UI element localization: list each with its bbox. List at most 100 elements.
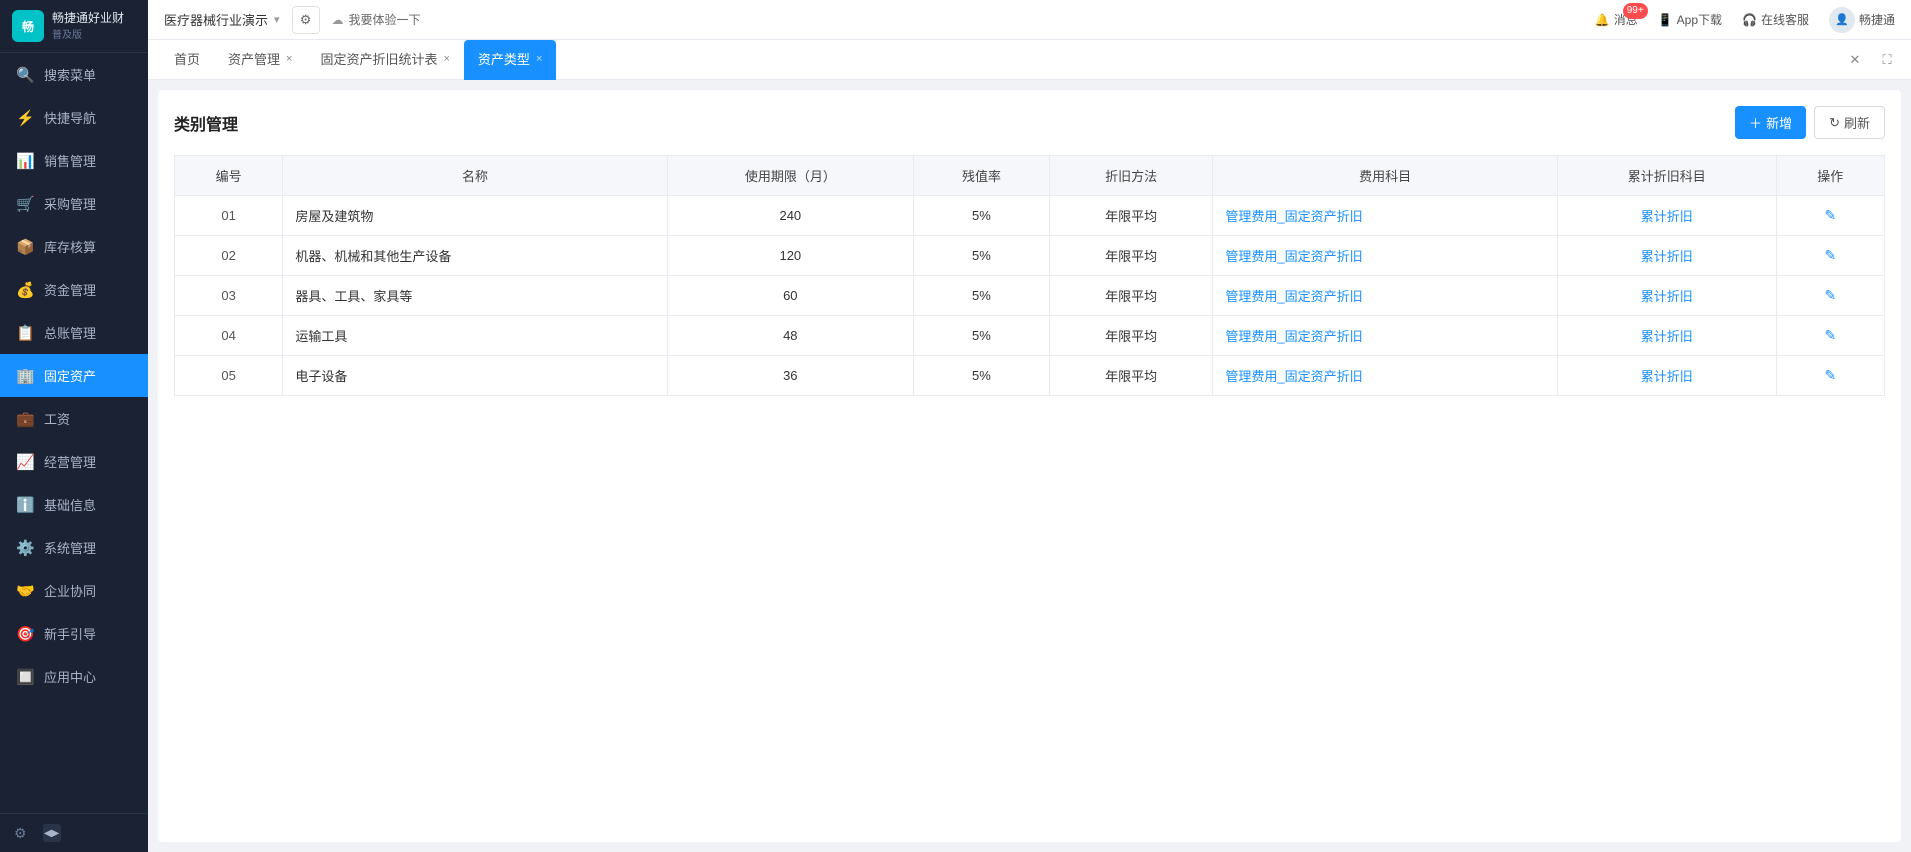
cell-code: 04 [175, 316, 283, 356]
user-profile-button[interactable]: 👤 畅捷通 [1829, 7, 1895, 33]
edit-icon[interactable]: ✎ [1824, 207, 1836, 223]
sidebar-item-系统管理[interactable]: ⚙️ 系统管理 [0, 526, 148, 569]
sidebar-item-label: 系统管理 [44, 538, 96, 557]
settings-icon[interactable]: ⚙ [14, 825, 27, 842]
subject-link[interactable]: 管理费用_固定资产折旧 [1225, 289, 1362, 304]
sidebar-item-label: 库存核算 [44, 237, 96, 256]
subject-link[interactable]: 管理费用_固定资产折旧 [1225, 369, 1362, 384]
sidebar-item-销售管理[interactable]: 📊销售管理 [0, 139, 148, 182]
topbar: 医疗器械行业演示 ▾ ⚙ ☁ 我要体验一下 🔔 消息 99+ 📱 App下载 🎧… [148, 0, 1911, 40]
tab-depreciation-table[interactable]: 固定资产折旧统计表 × [306, 40, 463, 80]
menu-icon: 📋 [16, 324, 34, 342]
tab-asset-type[interactable]: 资产类型 × [464, 40, 556, 80]
sidebar-item-label: 应用中心 [44, 667, 96, 686]
menu-icon: 📈 [16, 453, 34, 471]
content-area: 类别管理 ＋ 新增 ↻ 刷新 编号 名称 使用期限（月） 残值率 [158, 90, 1901, 842]
message-button[interactable]: 🔔 消息 99+ [1595, 11, 1638, 28]
edit-icon[interactable]: ✎ [1824, 367, 1836, 383]
cell-accum[interactable]: 累计折旧 [1557, 276, 1776, 316]
menu-icon: 🤝 [16, 582, 34, 600]
cell-action: ✎ [1776, 276, 1884, 316]
cell-period: 240 [667, 196, 913, 236]
sidebar-item-采购管理[interactable]: 🛒采购管理 [0, 182, 148, 225]
content-header: 类别管理 ＋ 新增 ↻ 刷新 [174, 106, 1885, 139]
edit-icon[interactable]: ✎ [1824, 327, 1836, 343]
new-button[interactable]: ＋ 新增 [1735, 106, 1806, 139]
table-row: 02 机器、机械和其他生产设备 120 5% 年限平均 管理费用_固定资产折旧 … [175, 236, 1885, 276]
subject-link[interactable]: 管理费用_固定资产折旧 [1225, 329, 1362, 344]
cell-accum[interactable]: 累计折旧 [1557, 236, 1776, 276]
sidebar-logo: 畅 畅捷通好业财 普及版 [0, 0, 148, 53]
settings-button[interactable]: ⚙ [292, 6, 320, 34]
company-selector[interactable]: 医疗器械行业演示 ▾ [164, 10, 280, 29]
menu-icon: 📊 [16, 152, 34, 170]
cell-accum[interactable]: 累计折旧 [1557, 196, 1776, 236]
col-method: 折旧方法 [1049, 156, 1213, 196]
sidebar: 畅 畅捷通好业财 普及版 🔍搜索菜单⚡快捷导航📊销售管理🛒采购管理📦库存核算💰资… [0, 0, 148, 852]
edit-icon[interactable]: ✎ [1824, 287, 1836, 303]
cell-accum[interactable]: 累计折旧 [1557, 316, 1776, 356]
cell-method: 年限平均 [1049, 316, 1213, 356]
sidebar-scroll-btn[interactable]: ◀▶ [43, 824, 61, 842]
menu-icon: ⚙️ [16, 539, 34, 557]
tab-close-asset-management[interactable]: × [286, 53, 292, 65]
subject-link[interactable]: 管理费用_固定资产折旧 [1225, 249, 1362, 264]
chevron-down-icon: ▾ [274, 13, 280, 26]
sidebar-item-经营管理[interactable]: 📈经营管理 [0, 440, 148, 483]
app-logo-icon: 畅 [12, 10, 44, 42]
trial-label: 我要体验一下 [349, 11, 421, 28]
bell-icon: 🔔 [1595, 13, 1610, 27]
sidebar-footer: ⚙ ◀▶ [0, 813, 148, 852]
cell-action: ✎ [1776, 356, 1884, 396]
sidebar-item-基础信息[interactable]: ℹ️基础信息 [0, 483, 148, 526]
table-header-row: 编号 名称 使用期限（月） 残值率 折旧方法 费用科目 累计折旧科目 操作 [175, 156, 1885, 196]
subject-link[interactable]: 管理费用_固定资产折旧 [1225, 209, 1362, 224]
cell-subject: 管理费用_固定资产折旧 [1213, 236, 1557, 276]
menu-icon: 🛒 [16, 195, 34, 213]
sidebar-item-搜索菜单[interactable]: 🔍搜索菜单 [0, 53, 148, 96]
sidebar-item-资金管理[interactable]: 💰资金管理 [0, 268, 148, 311]
tab-close-depreciation[interactable]: × [443, 53, 449, 65]
sidebar-item-企业协同[interactable]: 🤝 企业协同 [0, 569, 148, 612]
menu-icon: 🏢 [16, 367, 34, 385]
menu-icon: 🔍 [16, 66, 34, 84]
cell-action: ✎ [1776, 316, 1884, 356]
cell-code: 01 [175, 196, 283, 236]
cell-residual: 5% [913, 236, 1049, 276]
cell-accum[interactable]: 累计折旧 [1557, 356, 1776, 396]
cell-method: 年限平均 [1049, 196, 1213, 236]
sidebar-item-新手引导[interactable]: 🎯新手引导 [0, 612, 148, 655]
cell-action: ✎ [1776, 196, 1884, 236]
cell-period: 120 [667, 236, 913, 276]
trial-button[interactable]: ☁ 我要体验一下 [332, 11, 421, 28]
cell-method: 年限平均 [1049, 356, 1213, 396]
col-subject: 费用科目 [1213, 156, 1557, 196]
sidebar-menu: 🔍搜索菜单⚡快捷导航📊销售管理🛒采购管理📦库存核算💰资金管理📋总账管理🏢固定资产… [0, 53, 148, 813]
sidebar-item-工资[interactable]: 💼工资 [0, 397, 148, 440]
cell-code: 03 [175, 276, 283, 316]
category-table: 编号 名称 使用期限（月） 残值率 折旧方法 费用科目 累计折旧科目 操作 01… [174, 155, 1885, 396]
sidebar-item-总账管理[interactable]: 📋总账管理 [0, 311, 148, 354]
header-actions: ＋ 新增 ↻ 刷新 [1735, 106, 1885, 139]
sidebar-item-快捷导航[interactable]: ⚡快捷导航 [0, 96, 148, 139]
close-window-btn[interactable]: ✕ [1843, 48, 1867, 72]
sidebar-item-label: 新手引导 [44, 624, 96, 643]
sidebar-item-库存核算[interactable]: 📦库存核算 [0, 225, 148, 268]
tab-close-asset-type[interactable]: × [536, 53, 542, 65]
sidebar-item-固定资产[interactable]: 🏢固定资产 [0, 354, 148, 397]
mobile-icon: 📱 [1658, 13, 1673, 27]
cell-residual: 5% [913, 356, 1049, 396]
customer-service-button[interactable]: 🎧 在线客服 [1742, 11, 1809, 28]
headset-icon: 🎧 [1742, 13, 1757, 27]
refresh-button[interactable]: ↻ 刷新 [1814, 106, 1885, 139]
app-logo-text: 畅捷通好业财 普及版 [52, 11, 124, 42]
edit-icon[interactable]: ✎ [1824, 247, 1836, 263]
sidebar-item-label: 企业协同 [44, 581, 96, 600]
refresh-icon: ↻ [1829, 115, 1840, 131]
tab-home[interactable]: 首页 [160, 40, 214, 80]
app-download-button[interactable]: 📱 App下载 [1658, 11, 1722, 28]
tab-asset-management[interactable]: 资产管理 × [214, 40, 306, 80]
maximize-window-btn[interactable]: ⛶ [1875, 48, 1899, 72]
cell-residual: 5% [913, 316, 1049, 356]
sidebar-item-应用中心[interactable]: 🔲应用中心 [0, 655, 148, 698]
